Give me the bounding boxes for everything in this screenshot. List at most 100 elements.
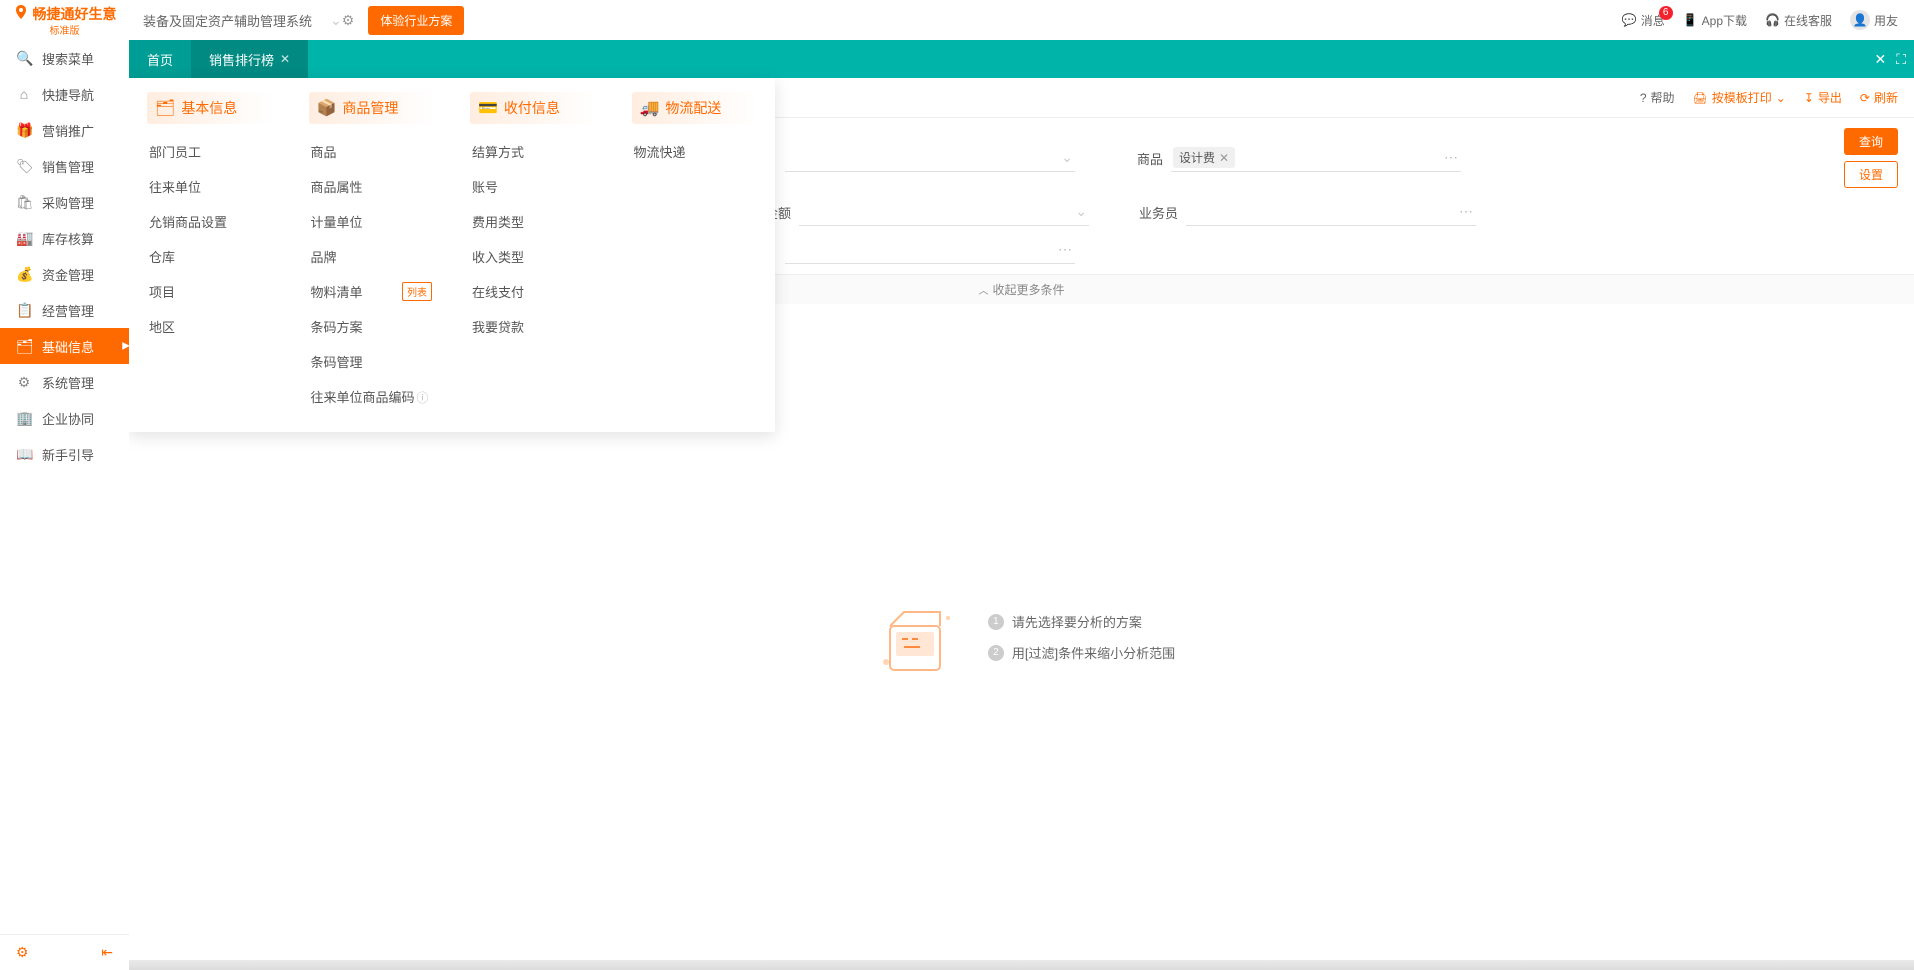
- config-button[interactable]: 设置: [1844, 161, 1898, 188]
- export-button[interactable]: ↧导出: [1804, 89, 1842, 106]
- sidebar-item-search[interactable]: 🔍搜索菜单: [0, 40, 129, 76]
- print-label: 按模板打印: [1712, 89, 1772, 106]
- flyout-link[interactable]: 结算方式: [470, 134, 596, 169]
- flyout-link[interactable]: 允销商品设置: [147, 204, 273, 239]
- sidebar-item-collab[interactable]: 🏢 企业协同: [0, 400, 129, 436]
- flyout-link[interactable]: 物料清单列表: [309, 274, 435, 309]
- sidebar-item-funds[interactable]: 💰资金管理: [0, 256, 129, 292]
- flyout-heading-logistics: 🚚物流配送: [632, 92, 758, 124]
- flyout-heading-basic: 🗂基本信息: [147, 92, 273, 124]
- flyout-link[interactable]: 物流快递: [632, 134, 758, 169]
- help-button[interactable]: ?帮助: [1640, 89, 1675, 106]
- tab-home[interactable]: 首页: [129, 40, 191, 78]
- flyout-heading-payment: 💳收付信息: [470, 92, 596, 124]
- flyout-link[interactable]: 收入类型: [470, 239, 596, 274]
- flyout-link[interactable]: 条码方案: [309, 309, 435, 344]
- sidebar-item-sales[interactable]: 🏷销售管理: [0, 148, 129, 184]
- flyout-link[interactable]: 费用类型: [470, 204, 596, 239]
- tab-sales-ranking[interactable]: 销售排行榜 ✕: [191, 40, 308, 78]
- sidebar-item-guide[interactable]: 📖新手引导: [0, 436, 129, 472]
- online-service-button[interactable]: 🎧 在线客服: [1765, 12, 1832, 29]
- flyout-col-logistics: 🚚物流配送 物流快递: [614, 92, 776, 414]
- search-icon: 🔍: [16, 50, 32, 67]
- box-icon: 📦: [317, 98, 337, 118]
- filter-tag: 设计费 ✕: [1173, 147, 1235, 168]
- tabbar-close-all-icon[interactable]: ✕: [1874, 51, 1886, 68]
- logo: 畅捷通好生意 标准版: [0, 0, 129, 41]
- filter-label-product: 商品: [1137, 149, 1163, 168]
- chevron-right-icon: ▶: [122, 341, 130, 352]
- print-button[interactable]: 🖨按模板打印⌄: [1693, 89, 1786, 106]
- tabbar-fullscreen-icon[interactable]: ⛶: [1896, 51, 1906, 68]
- empty-step-1-text: 请先选择要分析的方案: [1012, 612, 1142, 631]
- flyout-link[interactable]: 部门员工: [147, 134, 273, 169]
- system-name: 装备及固定资产辅助管理系统: [143, 11, 312, 30]
- user-menu[interactable]: 👤 用友: [1850, 10, 1898, 30]
- filter-field-salesman[interactable]: ⋯: [1186, 198, 1476, 226]
- sidebar-item-system[interactable]: ⚙系统管理: [0, 364, 129, 400]
- sidebar-item-label: 采购管理: [42, 193, 94, 212]
- refresh-button[interactable]: ⟳刷新: [1860, 89, 1898, 106]
- more-icon[interactable]: ⋯: [1444, 149, 1459, 166]
- filter-field-amount[interactable]: ⌄: [799, 198, 1089, 226]
- truck-icon: 🚚: [640, 98, 660, 118]
- filter-field-extra[interactable]: ⋯: [785, 236, 1075, 264]
- query-button[interactable]: 查询: [1844, 128, 1898, 155]
- flyout-heading-label: 基本信息: [181, 98, 237, 118]
- flyout-link[interactable]: 商品: [309, 134, 435, 169]
- flyout-link[interactable]: 我要贷款: [470, 309, 596, 344]
- flyout-link[interactable]: 项目: [147, 274, 273, 309]
- flyout-link[interactable]: 在线支付: [470, 274, 596, 309]
- flyout-heading-label: 物流配送: [665, 98, 721, 118]
- flyout-link[interactable]: 往来单位商品编码ⓘ: [309, 379, 435, 414]
- flyout-heading-label: 收付信息: [504, 98, 560, 118]
- more-icon[interactable]: ⋯: [1058, 241, 1073, 258]
- flyout-link[interactable]: 地区: [147, 309, 273, 344]
- tabbar: 首页 销售排行榜 ✕ ✕ ⛶: [129, 40, 1914, 78]
- flyout-link[interactable]: 计量单位: [309, 204, 435, 239]
- app-download-button[interactable]: 📱 App下载: [1683, 12, 1747, 29]
- sidebar-bottom: ⚙ ⇤: [0, 934, 129, 970]
- sidebar-item-label: 库存核算: [42, 229, 94, 248]
- refresh-icon: ⟳: [1860, 91, 1870, 105]
- card-icon: 🗂: [16, 338, 32, 355]
- sidebar-collapse-icon[interactable]: ⇤: [101, 944, 113, 961]
- flyout-link[interactable]: 仓库: [147, 239, 273, 274]
- flyout-link[interactable]: 账号: [470, 169, 596, 204]
- main-area: 首页 销售排行榜 ✕ ✕ ⛶ ?帮助 🖨 按模板打印 ⌄ ↧导出 ⟳刷新 ⌄ 商品: [129, 40, 1914, 970]
- printer-icon: 🖨: [1693, 91, 1708, 105]
- app-header: 畅捷通好生意 标准版 装备及固定资产辅助管理系统 ⌄ ⚙ 体验行业方案 💬 消息…: [0, 0, 1914, 40]
- message-button[interactable]: 💬 消息 6: [1622, 12, 1665, 29]
- flyout-link[interactable]: 条码管理: [309, 344, 435, 379]
- flyout-link[interactable]: 商品属性: [309, 169, 435, 204]
- sidebar-item-label: 快捷导航: [42, 85, 94, 104]
- flyout-col-basic: 🗂基本信息 部门员工 往来单位 允销商品设置 仓库 项目 地区: [129, 92, 291, 414]
- filter-field-product[interactable]: 设计费 ✕ ⋯: [1171, 144, 1461, 172]
- avatar-icon: 👤: [1850, 10, 1870, 30]
- horizontal-scrollbar[interactable]: [129, 960, 1914, 970]
- sidebar-item-marketing[interactable]: 🎁营销推广: [0, 112, 129, 148]
- sidebar-item-operate[interactable]: 📋经营管理: [0, 292, 129, 328]
- user-name: 用友: [1874, 12, 1898, 29]
- sidebar-item-quicknav[interactable]: ⌂ 快捷导航: [0, 76, 129, 112]
- flyout-link[interactable]: 品牌: [309, 239, 435, 274]
- close-icon[interactable]: ✕: [280, 52, 290, 66]
- tag-remove-icon[interactable]: ✕: [1219, 151, 1229, 165]
- more-icon[interactable]: ⋯: [1459, 203, 1474, 220]
- experience-button[interactable]: 体验行业方案: [368, 6, 464, 35]
- flyout-col-payment: 💳收付信息 结算方式 账号 费用类型 收入类型 在线支付 我要贷款: [452, 92, 614, 414]
- sidebar-item-inventory[interactable]: 🏭库存核算: [0, 220, 129, 256]
- home-icon: ⌂: [16, 86, 32, 102]
- flyout-link[interactable]: 往来单位: [147, 169, 273, 204]
- gear-icon[interactable]: ⚙: [342, 12, 355, 29]
- sidebar-item-label: 企业协同: [42, 409, 94, 428]
- chevron-down-icon: ⌄: [1061, 149, 1073, 166]
- export-label: 导出: [1818, 89, 1842, 106]
- system-selector[interactable]: 装备及固定资产辅助管理系统 ⌄: [143, 11, 342, 30]
- building-icon: 🏢: [16, 410, 32, 427]
- sidebar-item-basic[interactable]: 🗂基础信息▶: [0, 328, 129, 364]
- sidebar-item-purchase[interactable]: 🛍采购管理: [0, 184, 129, 220]
- sidebar-settings-icon[interactable]: ⚙: [16, 944, 29, 961]
- filter-tag-text: 设计费: [1179, 149, 1215, 166]
- filter-field-1[interactable]: ⌄: [785, 144, 1075, 172]
